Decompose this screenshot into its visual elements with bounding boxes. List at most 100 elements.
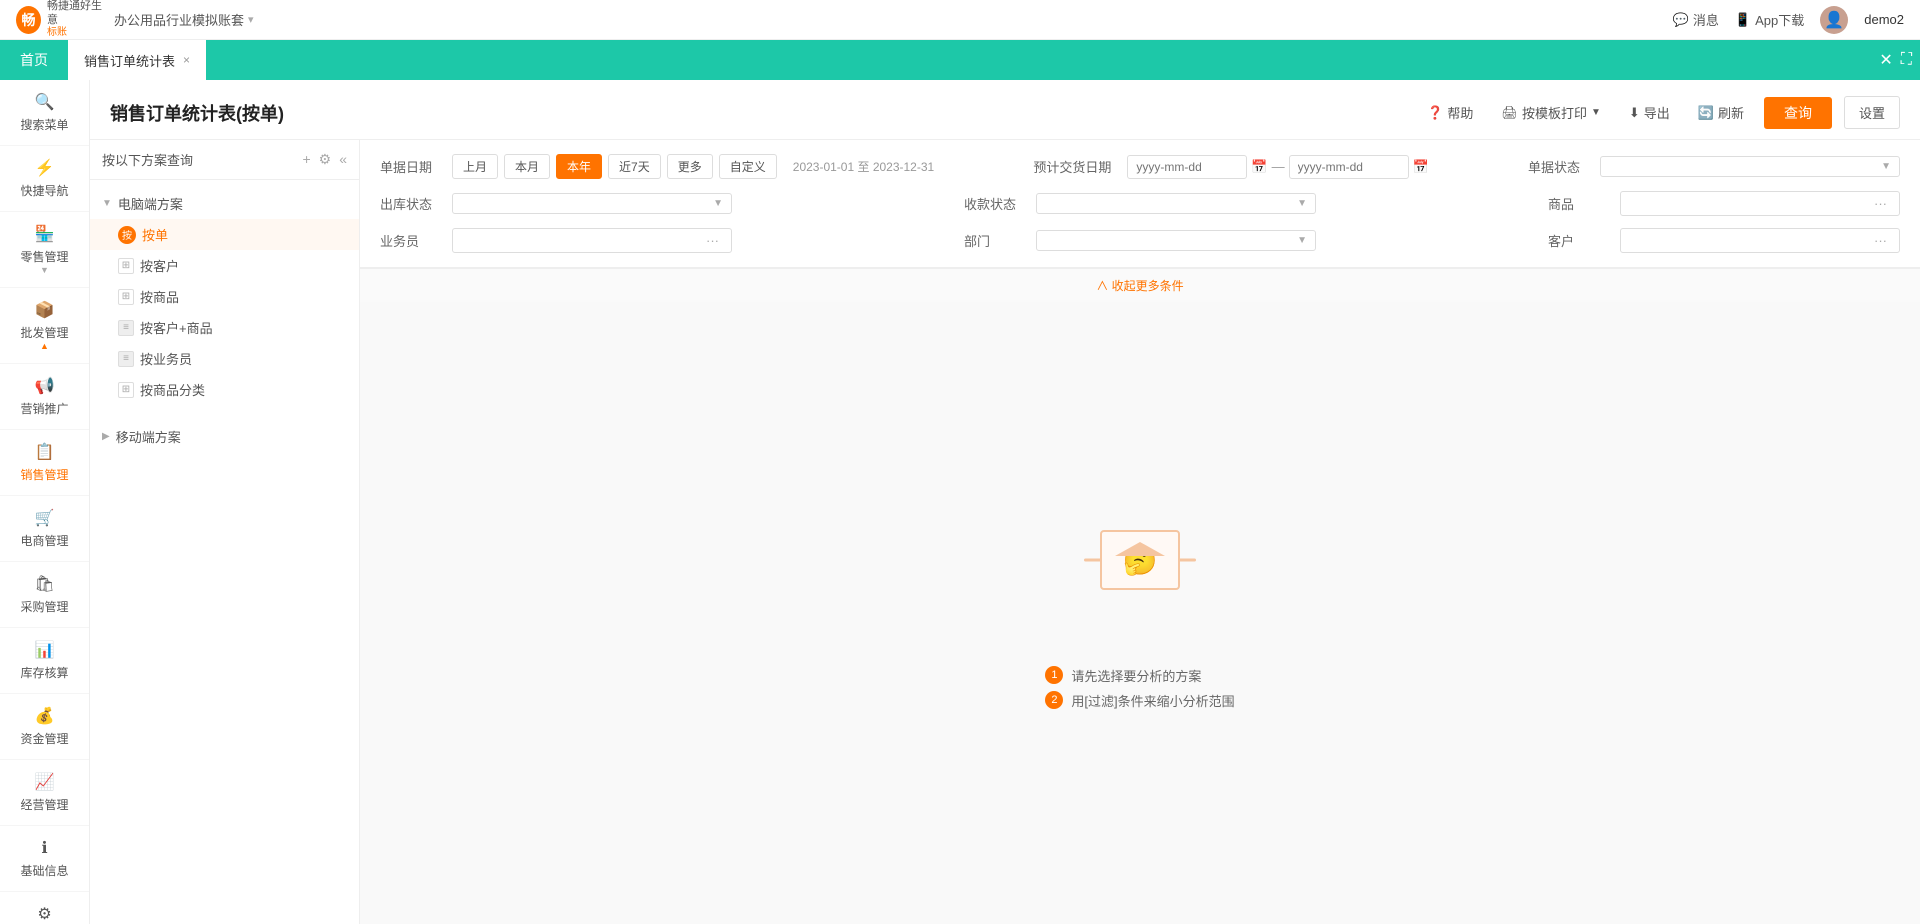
content-area: 销售订单统计表(按单) ❓ 帮助 🖨 按模板打印 ▼ ⬇ 导出 🔄 刷新: [90, 80, 1920, 924]
tree-child-by-category[interactable]: ⊞ 按商品分类: [90, 374, 359, 405]
department-select[interactable]: ▼: [1036, 230, 1316, 251]
hint-step-1: 1 请先选择要分析的方案: [1045, 666, 1234, 685]
collapse-bar[interactable]: ∧ 收起更多条件: [360, 268, 1920, 302]
dropdown-arrow-icon[interactable]: ▾: [248, 13, 254, 26]
inventory-icon: 📊: [35, 640, 55, 660]
main-layout: 🔍 搜索菜单 ⚡ 快捷导航 🏪 零售管理 ▼ 📦 批发管理 ▲ 📢 营销推广 📋…: [0, 80, 1920, 924]
sidebar-item-label: 搜索菜单: [20, 116, 68, 133]
more-date-btn[interactable]: 更多: [667, 154, 713, 179]
hint-step-2: 2 用[过滤]条件来缩小分析范围: [1045, 691, 1234, 710]
sidebar-item-quick-nav[interactable]: ⚡ 快捷导航: [0, 146, 89, 212]
expected-date-label: 预计交货日期: [1033, 157, 1111, 176]
sidebar-item-search-menu[interactable]: 🔍 搜索菜单: [0, 80, 89, 146]
print-dropdown-icon: ▼: [1591, 107, 1601, 118]
logo-area: 畅 畅捷通好生意 标账: [16, 0, 106, 38]
sales-icon: 📋: [35, 442, 55, 462]
app-title[interactable]: 办公用品行业模拟账套 ▾: [106, 10, 1673, 29]
product-more-icon[interactable]: ···: [1870, 196, 1891, 211]
custom-date-btn[interactable]: 自定义: [719, 154, 777, 179]
payment-select[interactable]: ▼: [1036, 193, 1316, 214]
sidebar-item-sales[interactable]: 📋 销售管理: [0, 430, 89, 496]
calendar-end-icon[interactable]: 📅: [1413, 159, 1429, 175]
tree-child-by-product[interactable]: ⊞ 按商品: [90, 281, 359, 312]
this-month-btn[interactable]: 本月: [504, 154, 550, 179]
filter-area: 单据日期 上月 本月 本年 近7天 更多 自定义 2023-01-01 至 20…: [360, 140, 1920, 268]
this-year-btn[interactable]: 本年: [556, 154, 602, 179]
status-select[interactable]: ▼: [1600, 156, 1900, 177]
page-actions: ❓ 帮助 🖨 按模板打印 ▼ ⬇ 导出 🔄 刷新 查询 设置: [1419, 96, 1900, 129]
salesperson-label: 业务员: [380, 231, 436, 250]
solution-header: 按以下方案查询 + ⚙ «: [90, 140, 359, 180]
expected-date-start[interactable]: [1127, 155, 1247, 179]
retail-icon: 🏪: [35, 224, 55, 244]
payment-chevron-icon: ▼: [1297, 198, 1307, 209]
tab-sales-order[interactable]: 销售订单统计表 ×: [68, 40, 206, 80]
sidebar-item-basics[interactable]: ℹ 基础信息: [0, 826, 89, 892]
tree-parent-pc[interactable]: ▼ 电脑端方案: [90, 188, 359, 219]
sidebar-item-marketing[interactable]: 📢 营销推广: [0, 364, 89, 430]
date-label: 单据日期: [380, 157, 436, 176]
collapse-solution-btn[interactable]: «: [339, 151, 347, 168]
refresh-btn[interactable]: 🔄 刷新: [1690, 99, 1752, 126]
close-window-btn[interactable]: ✕: [1879, 50, 1892, 70]
template-print-btn[interactable]: 🖨 按模板打印 ▼: [1493, 99, 1608, 126]
maximize-window-btn[interactable]: ⛶: [1901, 51, 1912, 69]
settings-solution-btn[interactable]: ⚙: [319, 151, 332, 168]
sidebar-item-ecommerce[interactable]: 🛒 电商管理: [0, 496, 89, 562]
sidebar-item-inventory[interactable]: 📊 库存核算: [0, 628, 89, 694]
tree-parent-label: 电脑端方案: [118, 194, 183, 213]
tab-home[interactable]: 首页: [0, 40, 68, 80]
collapse-icon: ▲: [40, 341, 49, 351]
tree-child-by-customer[interactable]: ⊞ 按客户: [90, 250, 359, 281]
hint-num-2: 2: [1045, 691, 1063, 709]
tree-parent-mobile[interactable]: ▶ 移动端方案: [90, 421, 359, 452]
customer-input[interactable]: ···: [1620, 228, 1900, 253]
salesperson-more-icon[interactable]: ···: [702, 233, 723, 248]
sidebar-item-label: 资金管理: [20, 730, 68, 747]
last-7days-btn[interactable]: 近7天: [608, 154, 661, 179]
sidebar-item-operations[interactable]: 📈 经营管理: [0, 760, 89, 826]
department-chevron-icon: ▼: [1297, 235, 1307, 246]
product-input[interactable]: ···: [1620, 191, 1900, 216]
quick-nav-icon: ⚡: [35, 158, 55, 178]
filter-row-2: 出库状态 ▼ 收款状态 ▼ 商品: [380, 191, 1900, 216]
sidebar-item-label: 零售管理: [20, 248, 68, 265]
shipment-select[interactable]: ▼: [452, 193, 732, 214]
sidebar-item-label: 销售管理: [20, 466, 68, 483]
sidebar-item-wholesale[interactable]: 📦 批发管理 ▲: [0, 288, 89, 364]
avatar[interactable]: 👤: [1820, 6, 1848, 34]
operations-icon: 📈: [35, 772, 55, 792]
tab-bar: 首页 销售订单统计表 × ✕ ⛶: [0, 40, 1920, 80]
top-header: 畅 畅捷通好生意 标账 办公用品行业模拟账套 ▾ 💬 消息 📱 App下载 👤 …: [0, 0, 1920, 40]
query-btn[interactable]: 查询: [1764, 97, 1832, 129]
department-label: 部门: [964, 231, 1020, 250]
search-menu-icon: 🔍: [35, 92, 55, 112]
tab-close-icon[interactable]: ×: [183, 53, 190, 67]
sidebar-item-finance[interactable]: 💰 资金管理: [0, 694, 89, 760]
add-solution-btn[interactable]: +: [302, 151, 310, 168]
expected-date-end[interactable]: [1289, 155, 1409, 179]
by-product-icon: ⊞: [118, 289, 134, 305]
tree-collapse-icon: ▶: [102, 431, 110, 442]
tree-parent-label: 移动端方案: [116, 427, 181, 446]
calendar-start-icon[interactable]: 📅: [1251, 159, 1267, 175]
tree-child-by-order[interactable]: 按 按单: [90, 219, 359, 250]
tree-child-by-cust-prod[interactable]: ≡ 按客户+商品: [90, 312, 359, 343]
tree-child-by-salesperson[interactable]: ≡ 按业务员: [90, 343, 359, 374]
setting-btn[interactable]: 设置: [1844, 96, 1900, 129]
filter-data-area: 单据日期 上月 本月 本年 近7天 更多 自定义 2023-01-01 至 20…: [360, 140, 1920, 924]
sidebar: 🔍 搜索菜单 ⚡ 快捷导航 🏪 零售管理 ▼ 📦 批发管理 ▲ 📢 营销推广 📋…: [0, 80, 90, 924]
help-btn[interactable]: ❓ 帮助: [1419, 99, 1481, 126]
finance-icon: 💰: [35, 706, 55, 726]
sidebar-item-purchase[interactable]: 🛍 采购管理: [0, 562, 89, 628]
message-btn[interactable]: 💬 消息: [1673, 10, 1719, 29]
sidebar-item-system[interactable]: ⚙ 系统管理: [0, 892, 89, 924]
customer-more-icon[interactable]: ···: [1870, 233, 1891, 248]
app-download-btn[interactable]: 📱 App下载: [1735, 10, 1804, 29]
sidebar-item-retail[interactable]: 🏪 零售管理 ▼: [0, 212, 89, 288]
expand-icon: ▼: [40, 265, 49, 275]
salesperson-input[interactable]: ···: [452, 228, 732, 253]
export-btn[interactable]: ⬇ 导出: [1621, 99, 1678, 126]
last-month-btn[interactable]: 上月: [452, 154, 498, 179]
by-cust-prod-icon: ≡: [118, 320, 134, 336]
